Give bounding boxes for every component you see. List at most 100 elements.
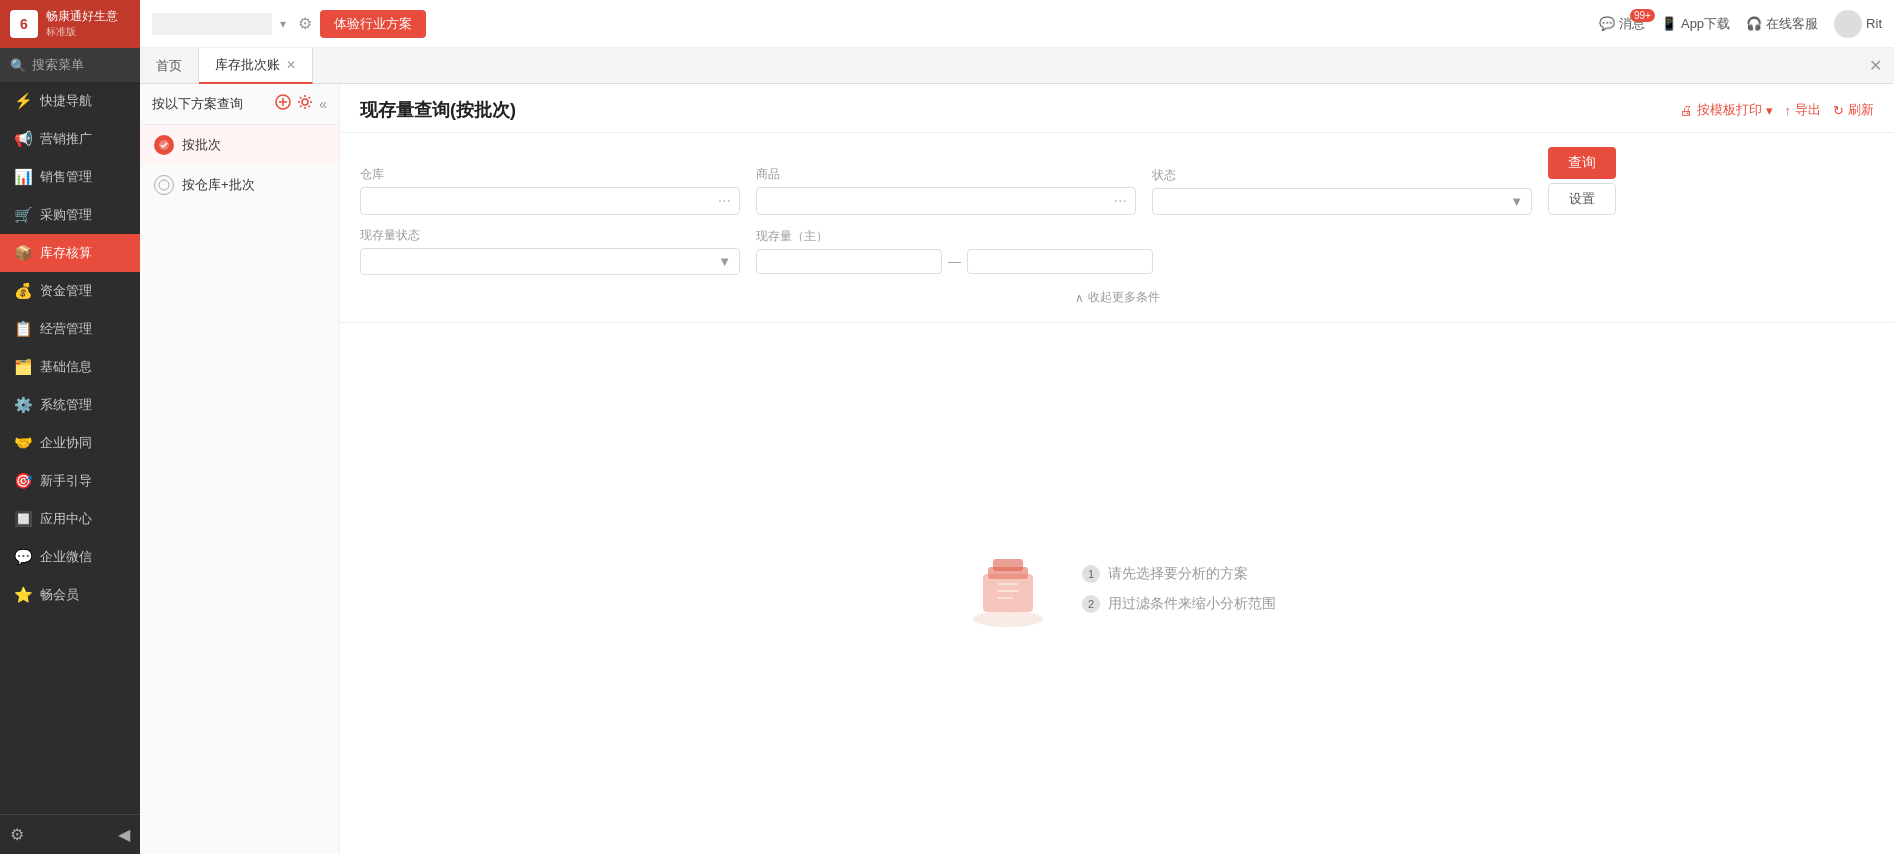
collapse-sidebar-icon[interactable]: ◀ (118, 825, 130, 844)
print-btn[interactable]: 🖨 按模板打印 ▾ (1680, 101, 1773, 119)
empty-state: 1 请先选择要分析的方案 2 用过滤条件来缩小分析范围 (340, 323, 1894, 854)
print-dropdown-icon[interactable]: ▾ (1766, 103, 1773, 118)
refresh-btn[interactable]: ↻ 刷新 (1833, 101, 1874, 119)
scheme-item-by-warehouse-batch[interactable]: 按仓库+批次 (140, 165, 339, 205)
sidebar-item-sales[interactable]: 📊 销售管理 (0, 158, 140, 196)
user-profile-btn[interactable]: Rit (1834, 10, 1882, 38)
tabs-close-all-btn[interactable]: ✕ (1857, 56, 1894, 75)
svg-point-5 (159, 180, 169, 190)
topbar-search-input[interactable] (152, 13, 272, 35)
sidebar: 6 畅康通好生意 标准版 🔍 搜索菜单 ⚡ 快捷导航 📢 营销推广 📊 销售管理… (0, 0, 140, 854)
online-service-label: 在线客服 (1766, 15, 1818, 33)
stock-status-select[interactable]: ▼ (360, 248, 740, 275)
warehouse-dots-btn[interactable]: ··· (718, 192, 731, 210)
refresh-icon: ↻ (1833, 103, 1844, 118)
product-input[interactable] (765, 194, 1114, 209)
status-select[interactable]: ▼ (1152, 188, 1532, 215)
add-scheme-btn[interactable] (275, 94, 291, 114)
sidebar-item-newbie[interactable]: 🎯 新手引导 (0, 462, 140, 500)
page-header: 现存量查询(按批次) 🖨 按模板打印 ▾ ↑ 导出 ↻ 刷新 (340, 84, 1894, 133)
sidebar-item-label: 畅会员 (40, 586, 79, 604)
sidebar-item-finance[interactable]: 💰 资金管理 (0, 272, 140, 310)
right-panel: 现存量查询(按批次) 🖨 按模板打印 ▾ ↑ 导出 ↻ 刷新 (340, 84, 1894, 854)
sidebar-item-system[interactable]: ⚙️ 系统管理 (0, 386, 140, 424)
sidebar-item-label: 经营管理 (40, 320, 92, 338)
sidebar-item-wechat[interactable]: 💬 企业微信 (0, 538, 140, 576)
status-dropdown-icon: ▼ (1510, 194, 1523, 209)
sidebar-nav: ⚡ 快捷导航 📢 营销推广 📊 销售管理 🛒 采购管理 📦 库存核算 💰 资金管… (0, 82, 140, 814)
stock-status-filter: 现存量状态 ▼ (360, 227, 740, 275)
sidebar-search-label: 搜索菜单 (32, 56, 84, 74)
settings-icon[interactable]: ⚙ (10, 825, 24, 844)
collapse-panel-btn[interactable]: « (319, 96, 327, 112)
message-icon: 💬 (1599, 16, 1615, 31)
product-label: 商品 (756, 166, 1136, 183)
stock-qty-to-wrap[interactable] (967, 249, 1153, 274)
online-service-btn[interactable]: 🎧 在线客服 (1746, 15, 1818, 33)
query-button[interactable]: 查询 (1548, 147, 1616, 179)
sidebar-item-inventory[interactable]: 📦 库存核算 (0, 234, 140, 272)
sidebar-search[interactable]: 🔍 搜索菜单 (0, 48, 140, 82)
topbar: ▾ ⚙ 体验行业方案 💬 消息 99+ 📱 App下载 🎧 在线客服 Rit (140, 0, 1894, 48)
sidebar-item-label: 资金管理 (40, 282, 92, 300)
product-filter: 商品 ··· (756, 166, 1136, 215)
message-btn[interactable]: 💬 消息 99+ (1599, 15, 1645, 33)
sidebar-item-marketing[interactable]: 📢 营销推广 (0, 120, 140, 158)
stock-status-label: 现存量状态 (360, 227, 740, 244)
product-input-wrap[interactable]: ··· (756, 187, 1136, 215)
sidebar-item-operations[interactable]: 📋 经营管理 (0, 310, 140, 348)
export-btn[interactable]: ↑ 导出 (1785, 101, 1822, 119)
sidebar-footer: ⚙ ◀ (0, 814, 140, 854)
phone-icon: 📱 (1661, 16, 1677, 31)
sidebar-item-label: 企业协同 (40, 434, 92, 452)
app-title: 畅康通好生意 (46, 9, 118, 25)
stock-qty-from-input[interactable] (765, 254, 933, 269)
sidebar-item-member[interactable]: ⭐ 畅会员 (0, 576, 140, 614)
stock-qty-separator: — (948, 254, 961, 269)
enterprise-icon: 🤝 (14, 434, 32, 452)
sidebar-item-quick-nav[interactable]: ⚡ 快捷导航 (0, 82, 140, 120)
sidebar-item-enterprise[interactable]: 🤝 企业协同 (0, 424, 140, 462)
stock-qty-to-input[interactable] (976, 254, 1144, 269)
basic-icon: 🗂️ (14, 358, 32, 376)
tab-inventory-batch[interactable]: 库存批次账 ✕ (199, 48, 313, 84)
sidebar-header: 6 畅康通好生意 标准版 (0, 0, 140, 48)
sidebar-item-label: 营销推广 (40, 130, 92, 148)
experience-btn[interactable]: 体验行业方案 (320, 10, 426, 38)
app-download-btn[interactable]: 📱 App下载 (1661, 15, 1730, 33)
collapse-filter-btn[interactable]: ∧ 收起更多条件 (360, 283, 1874, 308)
quick-nav-icon: ⚡ (14, 92, 32, 110)
refresh-label: 刷新 (1848, 101, 1874, 119)
stock-qty-from-wrap[interactable] (756, 249, 942, 274)
scheme-item-label: 按批次 (182, 136, 221, 154)
sidebar-item-purchase[interactable]: 🛒 采购管理 (0, 196, 140, 234)
collapse-up-icon: ∧ (1075, 291, 1084, 305)
warehouse-input[interactable] (369, 194, 718, 209)
topbar-gear-icon[interactable]: ⚙ (298, 14, 312, 33)
product-dots-btn[interactable]: ··· (1114, 192, 1127, 210)
tab-home[interactable]: 首页 (140, 48, 199, 84)
sidebar-item-label: 快捷导航 (40, 92, 92, 110)
export-label: 导出 (1795, 101, 1821, 119)
tip-1-text: 请先选择要分析的方案 (1108, 565, 1248, 583)
operations-icon: 📋 (14, 320, 32, 338)
finance-icon: 💰 (14, 282, 32, 300)
settings-button[interactable]: 设置 (1548, 183, 1616, 215)
sidebar-item-basic[interactable]: 🗂️ 基础信息 (0, 348, 140, 386)
scheme-item-by-batch[interactable]: 按批次 (140, 125, 339, 165)
tip-2-text: 用过滤条件来缩小分析范围 (1108, 595, 1276, 613)
warehouse-input-wrap[interactable]: ··· (360, 187, 740, 215)
scheme-icon-outline (154, 175, 174, 195)
topbar-dropdown-arrow[interactable]: ▾ (280, 17, 286, 31)
scheme-item-label: 按仓库+批次 (182, 176, 255, 194)
warehouse-filter: 仓库 ··· (360, 166, 740, 215)
sidebar-item-apps[interactable]: 🔲 应用中心 (0, 500, 140, 538)
wechat-icon: 💬 (14, 548, 32, 566)
tab-close-icon[interactable]: ✕ (286, 58, 296, 72)
scheme-settings-btn[interactable] (297, 94, 313, 114)
message-badge: 99+ (1630, 9, 1655, 22)
tabs-bar: 首页 库存批次账 ✕ ✕ (140, 48, 1894, 84)
member-icon: ⭐ (14, 586, 32, 604)
sidebar-item-label: 应用中心 (40, 510, 92, 528)
topbar-right: 💬 消息 99+ 📱 App下载 🎧 在线客服 Rit (1599, 10, 1882, 38)
